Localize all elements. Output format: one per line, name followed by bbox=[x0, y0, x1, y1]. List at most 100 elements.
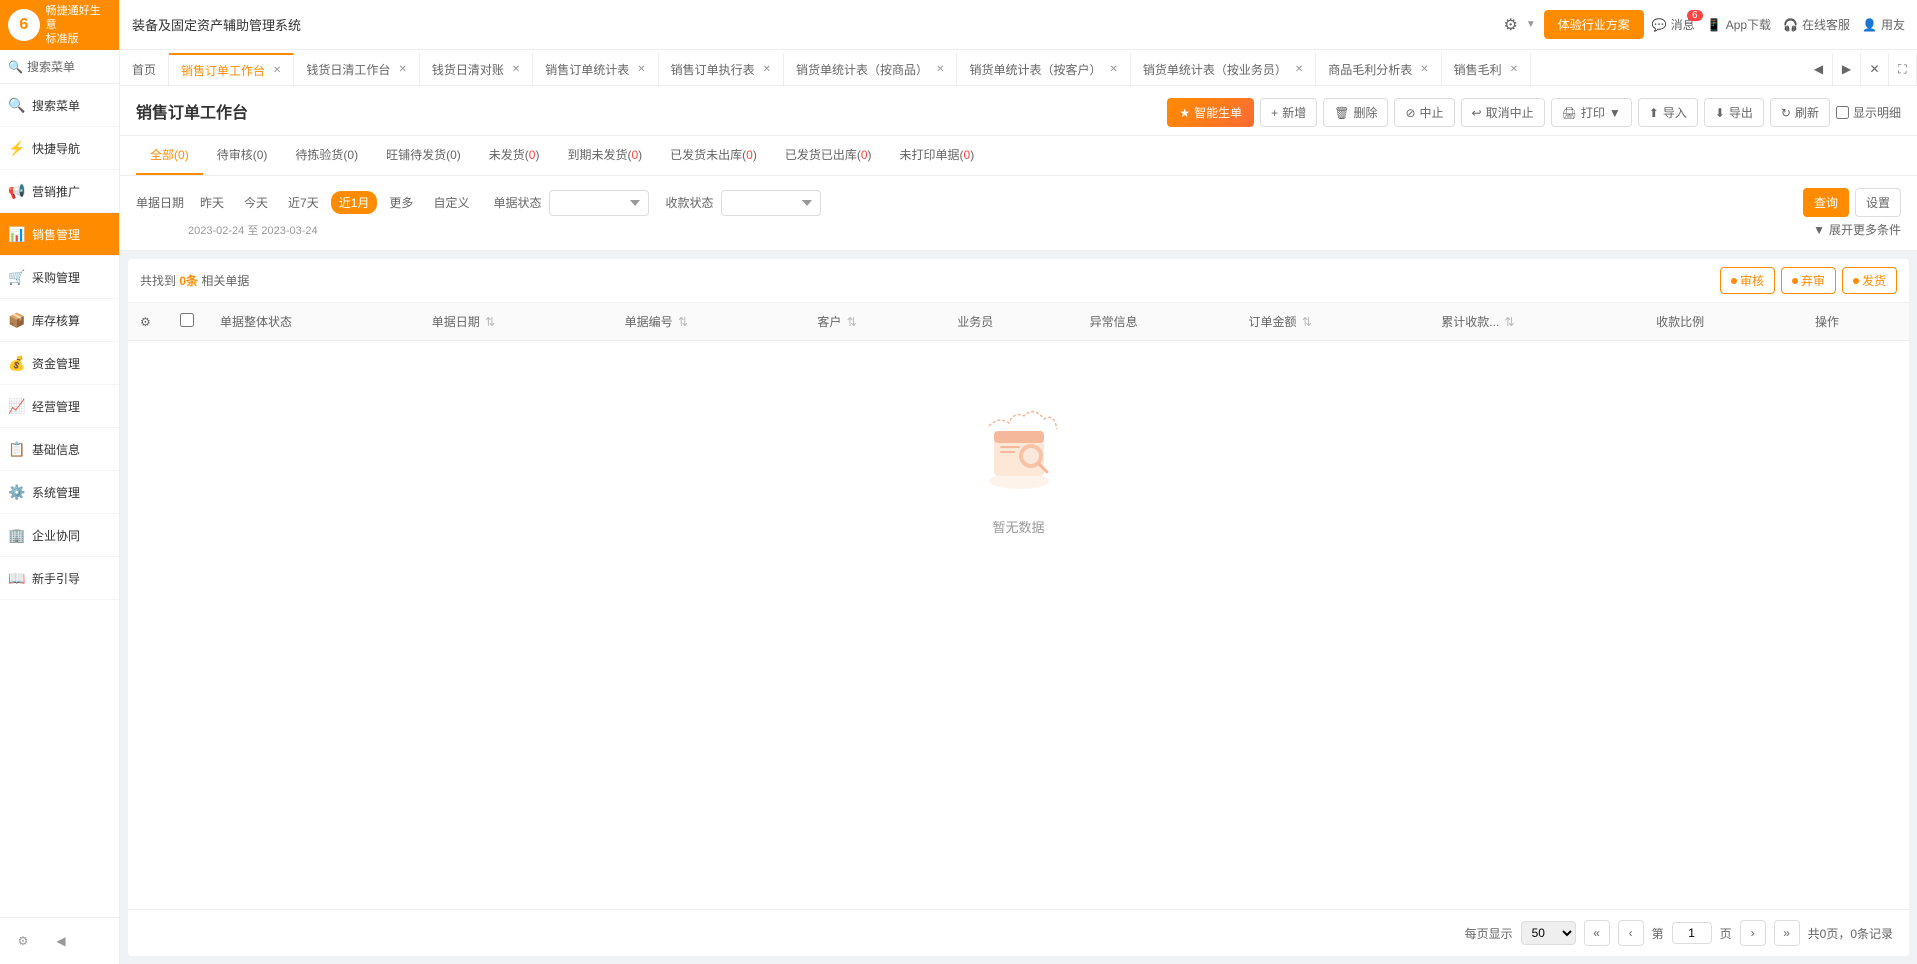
tab-fullscreen[interactable]: ⛶ bbox=[1889, 53, 1917, 85]
table-header-row: ⚙ 单据整体状态 单据日期 ⇅ bbox=[128, 303, 1909, 341]
sort-number-icon[interactable]: ⇅ bbox=[678, 315, 688, 329]
revoke-btn[interactable]: 弃审 bbox=[1781, 267, 1836, 294]
tab-sales-summary-product[interactable]: 销货单统计表（按商品）✕ bbox=[784, 53, 957, 85]
tab-product-margin[interactable]: 商品毛利分析表✕ bbox=[1316, 53, 1441, 85]
tab-nav-next[interactable]: ▶ bbox=[1833, 53, 1861, 85]
header-message[interactable]: 💬 消息 6 bbox=[1652, 16, 1695, 33]
close-tab-icon[interactable]: ✕ bbox=[273, 65, 281, 76]
page-input[interactable] bbox=[1672, 922, 1712, 944]
per-page-select[interactable]: 50 100 bbox=[1521, 921, 1576, 945]
sidebar-search-item[interactable]: 🔍 搜索菜单 bbox=[0, 50, 119, 84]
sort-amount-icon[interactable]: ⇅ bbox=[1302, 315, 1312, 329]
th-customer: 客户 ⇅ bbox=[805, 303, 945, 341]
close-tab-icon[interactable]: ✕ bbox=[398, 64, 406, 75]
sort-customer-icon[interactable]: ⇅ bbox=[847, 315, 857, 329]
filter-tab-not-shipped[interactable]: 未发货(0) bbox=[475, 136, 554, 175]
sidebar-settings-btn[interactable]: ⚙ bbox=[8, 926, 38, 956]
export-btn[interactable]: ⬇ 导出 bbox=[1704, 98, 1764, 127]
filter-tab-all[interactable]: 全部(0) bbox=[136, 136, 203, 175]
filter-tab-wangpu-deliver[interactable]: 旺铺待发货(0) bbox=[372, 136, 475, 175]
cancel-stop-btn[interactable]: ↩ 取消中止 bbox=[1461, 98, 1545, 127]
payment-status-select[interactable] bbox=[721, 190, 821, 216]
header-app-download[interactable]: 📱 App下载 bbox=[1707, 16, 1771, 33]
sidebar-item-purchase[interactable]: 🛒采购管理 bbox=[0, 256, 119, 299]
close-tab-icon[interactable]: ✕ bbox=[1109, 64, 1117, 75]
th-number: 单据编号 ⇅ bbox=[613, 303, 806, 341]
expand-btn[interactable]: ▼ 展开更多条件 bbox=[1813, 221, 1901, 238]
close-tab-icon[interactable]: ✕ bbox=[936, 64, 944, 75]
sidebar-item-marketing[interactable]: 📢营销推广 bbox=[0, 170, 119, 213]
sidebar-item-finance[interactable]: 💰资金管理 bbox=[0, 342, 119, 385]
tab-sales-profit[interactable]: 销售毛利✕ bbox=[1442, 53, 1531, 85]
sidebar-item-inventory[interactable]: 📦库存核算 bbox=[0, 299, 119, 342]
print-btn[interactable]: 🖨 打印 ▼ bbox=[1551, 98, 1632, 127]
filter-tab-shipped-warehoused[interactable]: 已发货已出库(0) bbox=[771, 136, 886, 175]
smart-generate-btn[interactable]: ★ 智能生单 bbox=[1167, 98, 1254, 127]
close-tab-icon[interactable]: ✕ bbox=[763, 64, 771, 75]
sidebar-item-guide[interactable]: 📖新手引导 bbox=[0, 557, 119, 600]
approve-btn[interactable]: 审核 bbox=[1720, 267, 1775, 294]
sidebar-item-enterprise[interactable]: 🏢企业协同 bbox=[0, 514, 119, 557]
date-option-more[interactable]: 更多 bbox=[381, 191, 421, 214]
stop-btn[interactable]: ⊘ 中止 bbox=[1394, 98, 1454, 127]
last-page-btn[interactable]: » bbox=[1774, 920, 1800, 946]
system-dropdown-icon[interactable]: ▼ bbox=[1526, 19, 1536, 30]
close-tab-icon[interactable]: ✕ bbox=[1510, 64, 1518, 75]
settings-btn[interactable]: 设置 bbox=[1855, 188, 1901, 217]
tab-home[interactable]: 首页 bbox=[120, 53, 169, 85]
show-detail-label[interactable]: 显示明细 bbox=[1836, 104, 1901, 121]
tab-close-all[interactable]: ✕ bbox=[1861, 53, 1889, 85]
sidebar-item-basic-info[interactable]: 📋基础信息 bbox=[0, 428, 119, 471]
header-user[interactable]: 👤 用友 bbox=[1862, 16, 1905, 33]
filter-tab-pending-review[interactable]: 待审核(0) bbox=[203, 136, 282, 175]
prev-page-btn[interactable]: ‹ bbox=[1618, 920, 1644, 946]
close-tab-icon[interactable]: ✕ bbox=[1295, 64, 1303, 75]
date-option-7days[interactable]: 近7天 bbox=[280, 191, 327, 214]
deliver-btn[interactable]: 发货 bbox=[1842, 267, 1897, 294]
date-option-yesterday[interactable]: 昨天 bbox=[192, 191, 232, 214]
sidebar-item-system[interactable]: ⚙️系统管理 bbox=[0, 471, 119, 514]
date-option-custom[interactable]: 自定义 bbox=[425, 191, 477, 214]
sidebar-item-sales[interactable]: 📊销售管理 bbox=[0, 213, 119, 256]
sidebar-collapse-btn[interactable]: ◀ bbox=[46, 926, 76, 956]
logo-text: 畅捷通好生意 标准版 bbox=[46, 4, 111, 47]
query-btn[interactable]: 查询 bbox=[1803, 188, 1849, 217]
tab-sales-summary-staff[interactable]: 销货单统计表（按业务员）✕ bbox=[1131, 53, 1316, 85]
industry-btn[interactable]: 体验行业方案 bbox=[1544, 10, 1644, 39]
tab-cash-daily[interactable]: 钱货日清工作台✕ bbox=[294, 53, 419, 85]
close-tab-icon[interactable]: ✕ bbox=[637, 64, 645, 75]
bill-status-select[interactable] bbox=[549, 190, 649, 216]
date-option-1month[interactable]: 近1月 bbox=[331, 191, 378, 214]
tab-nav-prev[interactable]: ◀ bbox=[1805, 53, 1833, 85]
page-actions: ★ 智能生单 + 新增 🗑 删除 ⊘ 中止 ↩ 取消中止 bbox=[1167, 98, 1901, 135]
select-all-checkbox[interactable] bbox=[180, 313, 194, 327]
sidebar-item-search[interactable]: 🔍搜索菜单 bbox=[0, 84, 119, 127]
sidebar-item-operations[interactable]: 📈经营管理 bbox=[0, 385, 119, 428]
header-settings-icon[interactable]: ⚙ bbox=[1504, 15, 1518, 35]
import-btn[interactable]: ⬆ 导入 bbox=[1638, 98, 1698, 127]
tab-sales-summary-customer[interactable]: 销货单统计表（按客户）✕ bbox=[957, 53, 1130, 85]
close-tab-icon[interactable]: ✕ bbox=[1420, 64, 1428, 75]
tab-sales-workbench[interactable]: 销售订单工作台✕ bbox=[169, 53, 294, 85]
tab-sales-exec[interactable]: 销售订单执行表✕ bbox=[659, 53, 784, 85]
column-settings-icon[interactable]: ⚙ bbox=[140, 315, 151, 329]
filter-tab-not-printed[interactable]: 未打印单据(0) bbox=[886, 136, 989, 175]
sort-date-icon[interactable]: ⇅ bbox=[485, 315, 495, 329]
first-page-btn[interactable]: « bbox=[1584, 920, 1610, 946]
tab-sales-stat[interactable]: 销售订单统计表✕ bbox=[533, 53, 658, 85]
add-btn[interactable]: + 新增 bbox=[1260, 98, 1317, 127]
date-option-today[interactable]: 今天 bbox=[236, 191, 276, 214]
sidebar-item-quick-nav[interactable]: ⚡快捷导航 bbox=[0, 127, 119, 170]
close-tab-icon[interactable]: ✕ bbox=[512, 64, 520, 75]
refresh-btn[interactable]: ↻ 刷新 bbox=[1770, 98, 1830, 127]
filter-tab-overdue-ship[interactable]: 到期未发货(0) bbox=[553, 136, 656, 175]
filter-tab-pending-inspect[interactable]: 待拣验货(0) bbox=[281, 136, 372, 175]
next-page-btn[interactable]: › bbox=[1740, 920, 1766, 946]
show-detail-checkbox[interactable] bbox=[1836, 106, 1849, 119]
filter-tab-shipped-not-warehoused[interactable]: 已发货未出库(0) bbox=[656, 136, 771, 175]
delete-btn[interactable]: 🗑 删除 bbox=[1323, 98, 1388, 127]
table-scroll[interactable]: ⚙ 单据整体状态 单据日期 ⇅ bbox=[128, 303, 1909, 909]
header-online-service[interactable]: 🎧 在线客服 bbox=[1783, 16, 1850, 33]
tab-cash-reconcile[interactable]: 钱货日清对账✕ bbox=[420, 53, 533, 85]
sort-collected-icon[interactable]: ⇅ bbox=[1505, 315, 1515, 329]
